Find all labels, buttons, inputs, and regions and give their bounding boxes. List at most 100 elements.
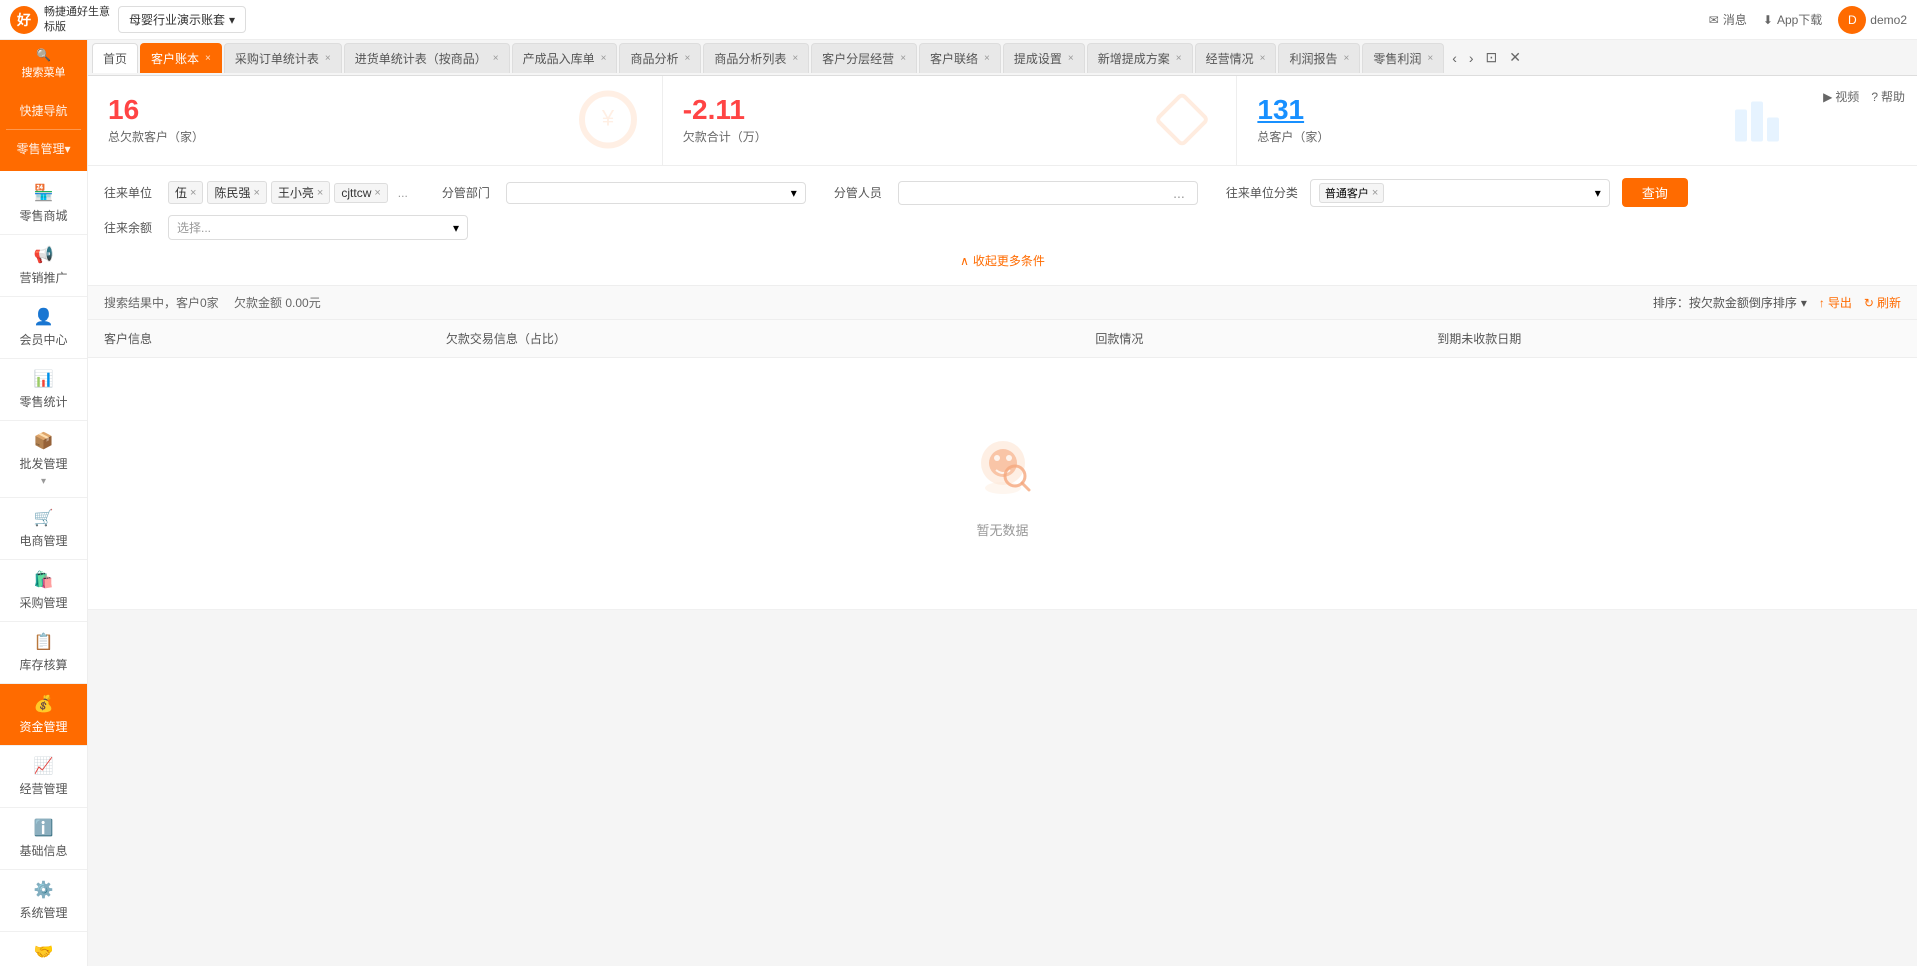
tab-close-icon[interactable]: × <box>1068 53 1074 64</box>
tab-purchase-order-stats[interactable]: 采购订单统计表 × <box>224 43 342 73</box>
tab-home[interactable]: 首页 <box>92 43 138 73</box>
person-select[interactable]: ... <box>898 181 1198 205</box>
sidebar: 🔍 搜索菜单 快捷导航 零售管理 ▾ 🏪 零售商城 📢 营销推广 👤 会员中心 <box>0 40 88 966</box>
tab-product-analysis-list[interactable]: 商品分析列表 × <box>703 43 809 73</box>
tab-close-icon[interactable]: × <box>493 53 499 64</box>
col-payment-status: 回款情况 <box>1079 320 1421 358</box>
balance-select[interactable]: 选择... ▾ <box>168 215 468 240</box>
app-download-btn[interactable]: ⬇ App下载 <box>1763 11 1822 28</box>
col-due-date: 到期未收款日期 <box>1421 320 1917 358</box>
remove-tag-1-btn[interactable]: × <box>253 187 259 199</box>
tab-profit-report[interactable]: 利润报告 × <box>1278 43 1360 73</box>
filter-tag-0[interactable]: 伍 × <box>168 181 203 204</box>
remove-tag-3-btn[interactable]: × <box>374 187 380 199</box>
tab-close-icon[interactable]: × <box>325 53 331 64</box>
sidebar-item-system[interactable]: ⚙️ 系统管理 <box>0 870 87 932</box>
store-selector[interactable]: 母婴行业演示账套 ▾ <box>118 6 246 33</box>
tab-close-icon[interactable]: × <box>684 53 690 64</box>
tab-close-all-btn[interactable]: ✕ <box>1503 49 1527 66</box>
person-more-dots[interactable]: ... <box>1169 185 1189 201</box>
video-btn[interactable]: ▶ 视频 <box>1823 88 1859 105</box>
basic-info-icon: ℹ️ <box>34 818 54 838</box>
tab-expand-btn[interactable]: ⊡ <box>1480 49 1504 66</box>
refresh-btn[interactable]: ↻ 刷新 <box>1864 294 1901 311</box>
filter-more-btn[interactable]: ... <box>392 184 414 202</box>
svg-text:¥: ¥ <box>601 105 615 130</box>
tab-close-icon[interactable]: × <box>900 53 906 64</box>
sidebar-item-basic-info[interactable]: ℹ️ 基础信息 <box>0 808 87 870</box>
search-icon: 🔍 <box>36 48 51 62</box>
tab-new-promotion-plan[interactable]: 新增提成方案 × <box>1087 43 1193 73</box>
collapse-icon: ∧ <box>960 254 969 268</box>
company-unit-label: 往来单位 <box>104 184 156 201</box>
filter-tag-3[interactable]: cjttcw × <box>334 183 387 203</box>
tab-customer-contact[interactable]: 客户联络 × <box>919 43 1001 73</box>
tab-close-icon[interactable]: × <box>984 53 990 64</box>
remove-tag-2-btn[interactable]: × <box>317 187 323 199</box>
table-actions: 排序：按欠款金额倒序排序 ▾ ↑ 导出 ↻ 刷新 <box>1653 294 1901 311</box>
sidebar-item-finance[interactable]: 💰 资金管理 <box>0 684 87 746</box>
empty-icon <box>963 428 1043 508</box>
tab-business-status[interactable]: 经营情况 × <box>1195 43 1277 73</box>
tab-close-icon[interactable]: × <box>205 53 211 64</box>
col-debt-info: 欠款交易信息（占比） <box>430 320 1080 358</box>
stat-icon-diamond <box>1152 89 1212 149</box>
table-toolbar: 搜索结果中，客户0家 欠款金额 0.00元 排序：按欠款金额倒序排序 ▾ ↑ 导… <box>88 286 1917 320</box>
collapse-row: ∧ 收起更多条件 <box>104 248 1901 273</box>
user-menu[interactable]: D demo2 <box>1838 6 1907 34</box>
filter-tag-1[interactable]: 陈民强 × <box>207 181 266 204</box>
remove-tag-0-btn[interactable]: × <box>190 187 196 199</box>
query-button[interactable]: 查询 <box>1622 178 1688 207</box>
tab-close-icon[interactable]: × <box>1260 53 1266 64</box>
help-btn[interactable]: ? 帮助 <box>1871 88 1905 105</box>
filter-tag-2[interactable]: 王小亮 × <box>271 181 330 204</box>
tab-product-inbound[interactable]: 产成品入库单 × <box>512 43 618 73</box>
unit-category-select[interactable]: 普通客户 × ▾ <box>1310 179 1610 207</box>
tab-close-icon[interactable]: × <box>792 53 798 64</box>
sidebar-item-member[interactable]: 👤 会员中心 <box>0 297 87 359</box>
sidebar-item-wholesale[interactable]: 📦 批发管理 ▾ <box>0 421 87 498</box>
sidebar-item-retail-shop[interactable]: 🏪 零售商城 <box>0 173 87 235</box>
unit-category-tag[interactable]: 普通客户 × <box>1319 183 1384 203</box>
sort-select[interactable]: 排序：按欠款金额倒序排序 ▾ <box>1653 294 1807 311</box>
system-icon: ⚙️ <box>34 880 54 900</box>
video-icon: ▶ <box>1823 90 1832 104</box>
department-select[interactable]: ▾ <box>506 182 806 204</box>
tab-close-icon[interactable]: × <box>1176 53 1182 64</box>
message-btn[interactable]: ✉ 消息 <box>1709 11 1747 28</box>
tab-next-btn[interactable]: › <box>1463 50 1480 66</box>
tab-close-icon[interactable]: × <box>1343 53 1349 64</box>
stat-value-debt: -2.11 <box>683 96 767 124</box>
sidebar-item-inventory[interactable]: 📋 库存核算 <box>0 622 87 684</box>
filter-area: 往来单位 伍 × 陈民强 × 王小亮 × <box>88 166 1917 286</box>
tab-customer-book[interactable]: 客户账本 × <box>140 43 222 73</box>
tab-close-icon[interactable]: × <box>601 53 607 64</box>
data-table-area: 客户信息 欠款交易信息（占比） 回款情况 到期未收款日期 <box>88 320 1917 610</box>
sidebar-retail-mgmt[interactable]: 零售管理 ▾ <box>0 132 87 165</box>
sidebar-item-purchase[interactable]: 🛍️ 采购管理 <box>0 560 87 622</box>
result-info: 搜索结果中，客户0家 <box>104 296 219 310</box>
sidebar-item-retail-stats[interactable]: 📊 零售统计 <box>0 359 87 421</box>
sidebar-item-enterprise[interactable]: 🤝 企业协同 <box>0 932 87 966</box>
remove-category-btn[interactable]: × <box>1372 187 1378 199</box>
sidebar-item-operations[interactable]: 📈 经营管理 <box>0 746 87 808</box>
sidebar-item-marketing[interactable]: 📢 营销推广 <box>0 235 87 297</box>
collapse-btn[interactable]: ∧ 收起更多条件 <box>960 248 1045 273</box>
retail-shop-icon: 🏪 <box>34 183 54 203</box>
sidebar-item-ecommerce[interactable]: 🛒 电商管理 <box>0 498 87 560</box>
chevron-down-icon: ▾ <box>791 186 797 200</box>
tab-bar: 首页 客户账本 × 采购订单统计表 × 进货单统计表（按商品） × 产成品入库单… <box>88 40 1917 76</box>
export-btn[interactable]: ↑ 导出 <box>1819 294 1852 311</box>
tab-customer-segment[interactable]: 客户分层经营 × <box>811 43 917 73</box>
tab-close-icon[interactable]: × <box>1427 53 1433 64</box>
inventory-icon: 📋 <box>34 632 54 652</box>
tab-prev-btn[interactable]: ‹ <box>1446 50 1463 66</box>
tab-retail-profit[interactable]: 零售利润 × <box>1362 43 1444 73</box>
tab-purchase-stats-by-product[interactable]: 进货单统计表（按商品） × <box>344 43 510 73</box>
tab-promotion-settings[interactable]: 提成设置 × <box>1003 43 1085 73</box>
sidebar-search[interactable]: 🔍 搜索菜单 <box>0 40 87 88</box>
top-header: 好 畅捷通好生意 标版 母婴行业演示账套 ▾ ✉ 消息 ⬇ App下载 D de… <box>0 0 1917 40</box>
tab-product-analysis[interactable]: 商品分析 × <box>619 43 701 73</box>
sidebar-quick-nav[interactable]: 快捷导航 <box>0 94 87 127</box>
finance-icon: 💰 <box>34 694 54 714</box>
